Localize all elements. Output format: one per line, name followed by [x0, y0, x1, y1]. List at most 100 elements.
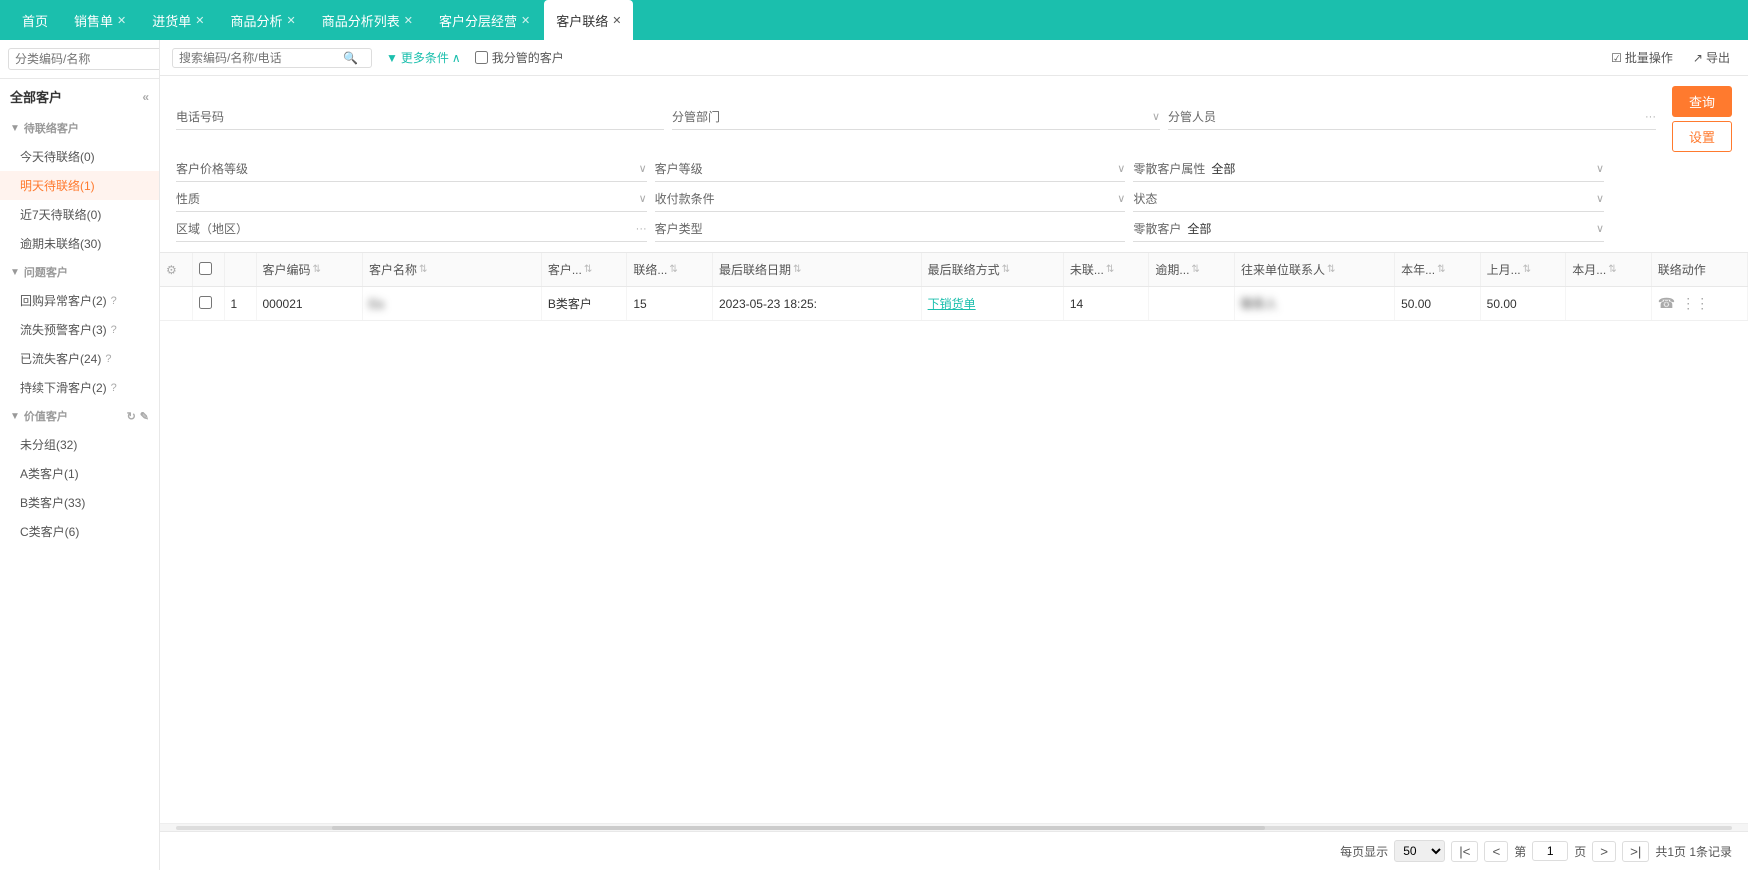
sidebar-item-declining[interactable]: 持续下滑客户(2) ?	[0, 373, 159, 402]
my-customers-check[interactable]	[475, 51, 488, 64]
nav-customer-contact[interactable]: 客户联络 ✕	[544, 0, 633, 40]
nav-sales[interactable]: 销售单 ✕	[62, 0, 138, 40]
nav-home[interactable]: 首页	[10, 0, 60, 40]
table-area: ⚙ 客户编码⇅ 客户名称⇅ 客户...⇅	[160, 253, 1748, 823]
sidebar-item-abnormal[interactable]: 回购异常客户(2) ?	[0, 286, 159, 315]
td-last-month: 50.00	[1480, 287, 1566, 321]
edit-value-icon[interactable]: ✎	[140, 410, 149, 423]
sidebar-search-area: 🔍	[0, 40, 159, 79]
nav-segment-close[interactable]: ✕	[521, 14, 530, 27]
scroll-thumb[interactable]	[332, 826, 1266, 830]
sidebar-item-b-class[interactable]: B类客户(33)	[0, 488, 159, 517]
td-code: 000021	[256, 287, 362, 321]
search-input[interactable]	[179, 51, 339, 65]
th-gear[interactable]: ⚙	[160, 253, 192, 287]
manager-field[interactable]: 分管人员 ···	[1168, 108, 1656, 130]
all-customers-label: 全部客户	[10, 87, 62, 106]
gear-icon[interactable]: ⚙	[166, 263, 177, 277]
td-unit-contact: 联系人	[1234, 287, 1394, 321]
table-header-row: ⚙ 客户编码⇅ 客户名称⇅ 客户...⇅	[160, 253, 1748, 287]
status-arrow: ∨	[1596, 192, 1604, 205]
nav-customer-segment[interactable]: 客户分层经营 ✕	[427, 0, 542, 40]
th-unit-contact: 往来单位联系人⇅	[1234, 253, 1394, 287]
pagination: 每页显示 50 100 200 |< < 第 页 > >| 共1页 1条记录	[160, 831, 1748, 870]
dept-field[interactable]: 分管部门 ∨	[672, 108, 1160, 130]
all-customers-header[interactable]: 全部客户 «	[0, 79, 159, 114]
th-code: 客户编码⇅	[256, 253, 362, 287]
th-type: 客户...⇅	[541, 253, 627, 287]
row-checkbox[interactable]	[199, 296, 212, 309]
select-all-checkbox[interactable]	[199, 262, 212, 275]
gender-arrow: ∨	[639, 192, 647, 205]
status-field[interactable]: 状态 ∨	[1133, 190, 1604, 212]
more-action-icon[interactable]: ⋮⋮	[1681, 295, 1709, 312]
nav-contact-close[interactable]: ✕	[612, 14, 621, 27]
batch-action-btn[interactable]: ☑ 批量操作	[1605, 46, 1679, 69]
search-icon[interactable]: 🔍	[343, 51, 358, 65]
nav-product-list-close[interactable]: ✕	[404, 14, 413, 27]
manager-more[interactable]: ···	[1645, 111, 1656, 123]
main-layout: 🔍 全部客户 « ▼ 待联络客户 今天待联络(0) 明天待联络(1) 近7天待联…	[0, 40, 1748, 870]
first-page-btn[interactable]: |<	[1451, 841, 1478, 862]
sidebar-item-today[interactable]: 今天待联络(0)	[0, 142, 159, 171]
sidebar-item-overdue[interactable]: 逾期未联络(30)	[0, 229, 159, 258]
th-this-month: 本月...⇅	[1566, 253, 1652, 287]
page-input[interactable]	[1532, 841, 1568, 861]
nav-product-analysis[interactable]: 商品分析 ✕	[218, 0, 307, 40]
customer-type-field[interactable]: 客户类型	[655, 220, 1126, 242]
nav-product-list[interactable]: 商品分析列表 ✕	[310, 0, 425, 40]
sidebar-item-ungrouped[interactable]: 未分组(32)	[0, 430, 159, 459]
price-level-field[interactable]: 客户价格等级 ∨	[176, 160, 647, 182]
value-arrow: ▼	[10, 411, 20, 422]
pending-group: ▼ 待联络客户 今天待联络(0) 明天待联络(1) 近7天待联络(0) 逾期未联…	[0, 114, 159, 258]
nav-purchase-close[interactable]: ✕	[195, 14, 204, 27]
sidebar-item-tomorrow[interactable]: 明天待联络(1)	[0, 171, 159, 200]
query-button[interactable]: 查询	[1672, 86, 1732, 117]
sidebar-item-a-class[interactable]: A类客户(1)	[0, 459, 159, 488]
region-more[interactable]: ···	[636, 223, 647, 235]
set-button[interactable]: 设置	[1672, 121, 1732, 152]
last-way-link[interactable]: 下销货单	[928, 297, 976, 311]
payment-field[interactable]: 收付款条件 ∨	[655, 190, 1126, 212]
more-conditions-btn[interactable]: ▼ 更多条件 ∧	[380, 46, 467, 69]
td-not-contacted: 14	[1063, 287, 1149, 321]
refresh-icon[interactable]: ↻	[127, 410, 136, 423]
phone-input[interactable]	[230, 110, 664, 124]
sort-contact: ⇅	[669, 264, 677, 275]
sidebar-search-input[interactable]	[8, 48, 160, 70]
sort-year: ⇅	[1437, 264, 1445, 275]
contact-action-icon[interactable]: ☎	[1658, 295, 1675, 312]
level-arrow: ∨	[1117, 162, 1125, 175]
sidebar-item-7days[interactable]: 近7天待联络(0)	[0, 200, 159, 229]
sort-way: ⇅	[1002, 264, 1010, 275]
sort-type: ⇅	[584, 264, 592, 275]
my-customers-checkbox[interactable]: 我分管的客户	[475, 49, 564, 66]
region-field[interactable]: 区域（地区） ···	[176, 220, 647, 242]
next-page-btn[interactable]: >	[1592, 841, 1616, 862]
gender-field[interactable]: 性质 ∨	[176, 190, 647, 212]
collapse-icon: «	[142, 90, 149, 104]
sidebar-item-churn-warn[interactable]: 流失预警客户(3) ?	[0, 315, 159, 344]
advanced-filter: 电话号码 分管部门 ∨ 分管人员 ··· 查询 设置	[160, 76, 1748, 253]
td-gear	[160, 287, 192, 321]
nav-purchase[interactable]: 进货单 ✕	[140, 0, 216, 40]
nav-product-close[interactable]: ✕	[287, 14, 296, 27]
horizontal-scrollbar[interactable]	[160, 823, 1748, 831]
customer-level-field[interactable]: 客户等级 ∨	[655, 160, 1126, 182]
prev-page-btn[interactable]: <	[1484, 841, 1508, 862]
retail-attr-field[interactable]: 零散客户属性 全部 ∨	[1133, 160, 1604, 182]
customer-name-blurred: Ea	[369, 297, 384, 311]
retail-attr-arrow: ∨	[1596, 162, 1604, 175]
last-page-btn[interactable]: >|	[1622, 841, 1649, 862]
sort-not: ⇅	[1106, 264, 1114, 275]
retail-customer-field[interactable]: 零散客户 全部 ∨	[1133, 220, 1604, 242]
filter-search-wrap: 🔍	[172, 48, 372, 68]
content-area: 🔍 ▼ 更多条件 ∧ 我分管的客户 ☑ 批量操作 ↗ 导出	[160, 40, 1748, 870]
td-last-way: 下销货单	[921, 287, 1063, 321]
export-btn[interactable]: ↗ 导出	[1687, 46, 1736, 69]
per-page-select[interactable]: 50 100 200	[1394, 840, 1445, 862]
sidebar-item-c-class[interactable]: C类客户(6)	[0, 517, 159, 546]
nav-sales-close[interactable]: ✕	[117, 14, 126, 27]
td-overdue	[1149, 287, 1235, 321]
sidebar-item-churned[interactable]: 已流失客户(24) ?	[0, 344, 159, 373]
